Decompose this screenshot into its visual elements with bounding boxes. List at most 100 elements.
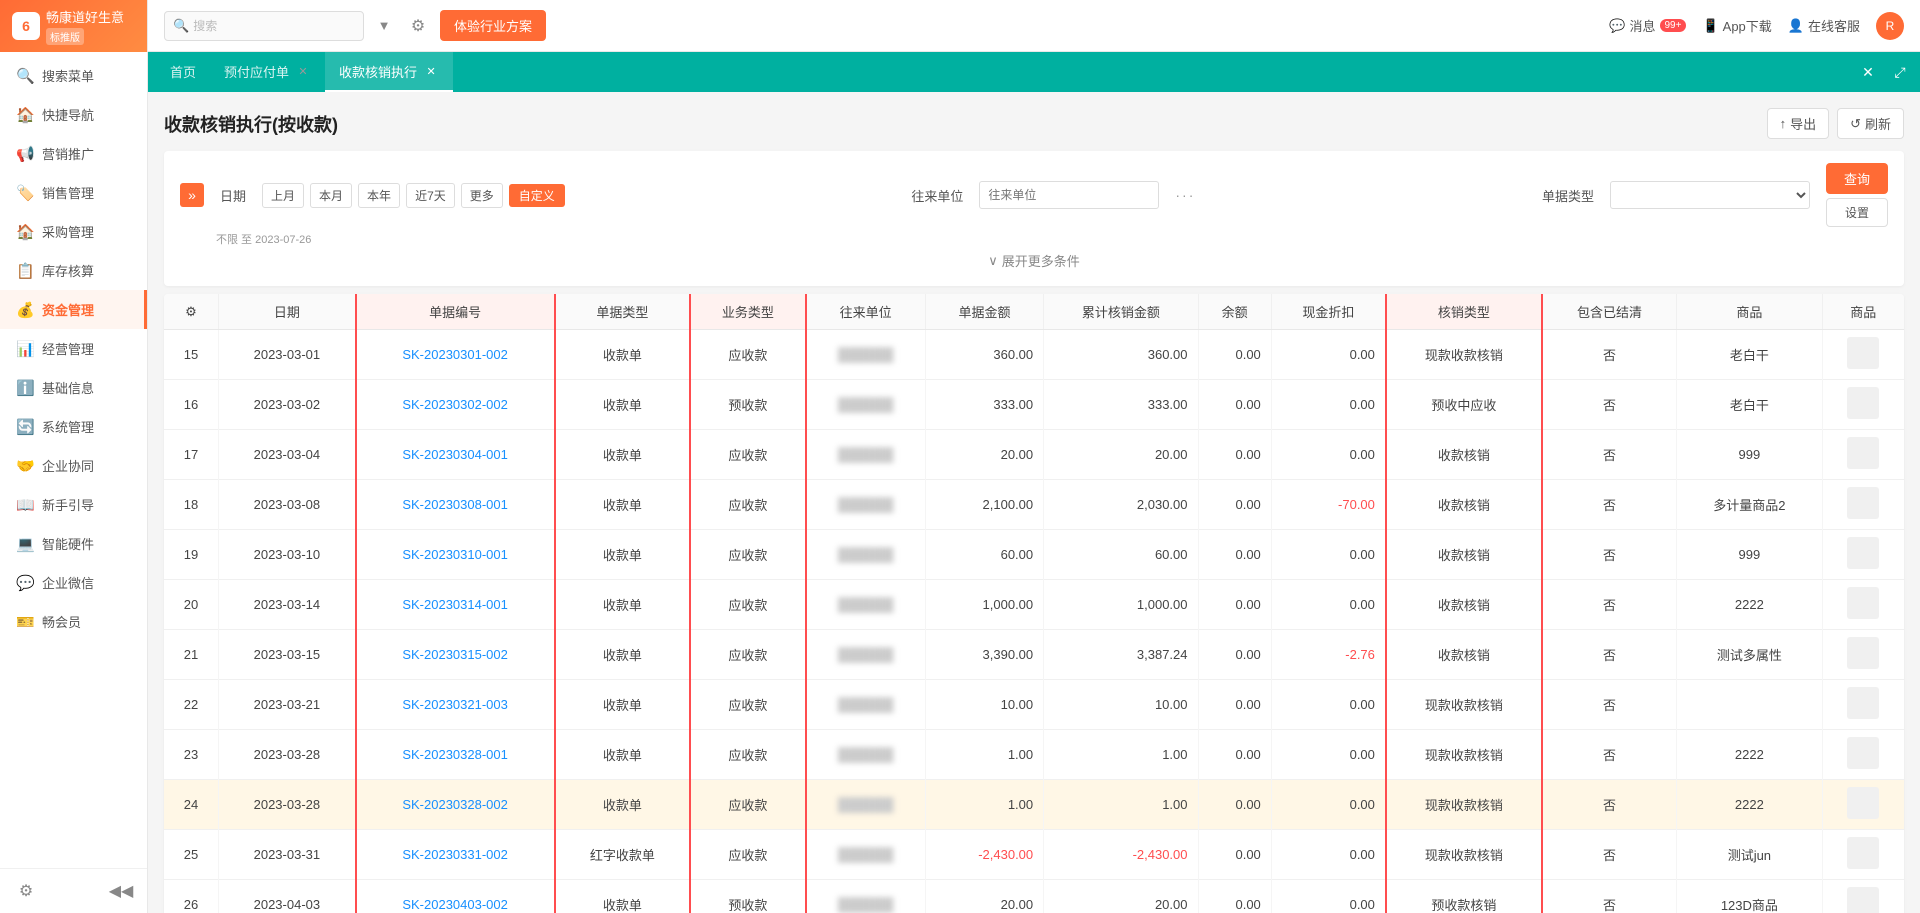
row-biz-type: 应收款 — [690, 530, 805, 580]
row-bill-no[interactable]: SK-20230308-001 — [356, 480, 555, 530]
row-balance: 0.00 — [1198, 630, 1271, 680]
row-num: 20 — [164, 580, 219, 630]
search-box[interactable]: 🔍 搜索 — [164, 11, 364, 41]
bill-no-link[interactable]: SK-20230301-002 — [402, 347, 508, 362]
date-label: 日期 — [220, 186, 246, 205]
tab-expand-btn[interactable]: ⤢ — [1888, 60, 1912, 84]
row-bill-amount: 1.00 — [925, 780, 1043, 830]
query-btn[interactable]: 查询 — [1826, 163, 1888, 194]
tab-receipt-exec-close[interactable]: ✕ — [423, 63, 439, 79]
receipt-type-select[interactable] — [1610, 181, 1810, 209]
expand-more-btn[interactable]: ∨ 展开更多条件 — [180, 247, 1888, 274]
row-bill-no[interactable]: SK-20230403-002 — [356, 880, 555, 913]
member-icon: 🎫 — [16, 613, 34, 631]
sidebar-item-quick-nav[interactable]: 🏠 快捷导航 — [0, 95, 147, 134]
sidebar-menu: 🔍 搜索菜单 🏠 快捷导航 📢 营销推广 🏷️ 销售管理 🏠 采购管理 📋 库存… — [0, 52, 147, 868]
row-biz-type: 预收款 — [690, 880, 805, 913]
bill-no-link[interactable]: SK-20230302-002 — [402, 397, 508, 412]
online-service-btn[interactable]: 👤 在线客服 — [1788, 16, 1860, 35]
table-row: 242023-03-28SK-20230328-002收款单应收款██████1… — [164, 780, 1904, 830]
row-partner: ██████ — [806, 680, 926, 730]
partner-input[interactable] — [979, 181, 1159, 209]
bill-no-link[interactable]: SK-20230308-001 — [402, 497, 508, 512]
table-scroll-area[interactable]: ⚙ 日期 单据编号 单据类型 业务类型 往来单位 单据金额 累计核销金额 余额 … — [164, 294, 1904, 913]
row-biz-type: 应收款 — [690, 480, 805, 530]
sidebar-item-member[interactable]: 🎫 畅会员 — [0, 602, 147, 641]
col-accum-cancel-header: 累计核销金额 — [1044, 294, 1198, 330]
row-bill-no[interactable]: SK-20230301-002 — [356, 330, 555, 380]
date-7days[interactable]: 近7天 — [406, 183, 455, 208]
topbar-gear-btn[interactable]: ⚙ — [404, 12, 432, 40]
row-bill-no[interactable]: SK-20230302-002 — [356, 380, 555, 430]
row-goods — [1677, 680, 1822, 730]
industry-solution-btn[interactable]: 体验行业方案 — [440, 10, 546, 41]
tab-prepayment[interactable]: 预付应付单 ✕ — [210, 52, 325, 92]
bill-no-link[interactable]: SK-20230328-002 — [402, 797, 508, 812]
refresh-btn[interactable]: ↺ 刷新 — [1837, 108, 1904, 139]
sidebar-item-basic[interactable]: ℹ️ 基础信息 — [0, 368, 147, 407]
bill-no-link[interactable]: SK-20230403-002 — [402, 897, 508, 912]
filter-toggle-btn[interactable]: » — [180, 183, 204, 207]
bill-no-link[interactable]: SK-20230328-001 — [402, 747, 508, 762]
page-title: 收款核销执行(按收款) — [164, 111, 338, 137]
date-custom-btn[interactable]: 自定义 — [509, 184, 565, 207]
sidebar-item-wechat[interactable]: 💬 企业微信 — [0, 563, 147, 602]
topbar-dropdown-btn[interactable]: ▼ — [372, 14, 396, 38]
sidebar-item-purchase[interactable]: 🏠 采购管理 — [0, 212, 147, 251]
date-this-month[interactable]: 本月 — [310, 183, 352, 208]
tab-home[interactable]: 首页 — [156, 52, 210, 92]
sidebar-item-guide[interactable]: 📖 新手引导 — [0, 485, 147, 524]
col-settings-header[interactable]: ⚙ — [164, 294, 219, 330]
sidebar-item-finance[interactable]: 💰 资金管理 — [0, 290, 147, 329]
row-accum-cancel: -2,430.00 — [1044, 830, 1198, 880]
filter-settings-btn[interactable]: 设置 — [1826, 198, 1888, 227]
sidebar-logo: 6 畅康道好生意 标推版 — [0, 0, 147, 52]
user-avatar[interactable]: R — [1876, 12, 1904, 40]
date-this-year[interactable]: 本年 — [358, 183, 400, 208]
footer-collapse-btn[interactable]: ◀◀ — [107, 877, 135, 905]
row-balance: 0.00 — [1198, 480, 1271, 530]
row-bill-no[interactable]: SK-20230328-002 — [356, 780, 555, 830]
row-bill-no[interactable]: SK-20230314-001 — [356, 580, 555, 630]
row-accum-cancel: 360.00 — [1044, 330, 1198, 380]
row-bill-no[interactable]: SK-20230310-001 — [356, 530, 555, 580]
sidebar-item-inventory[interactable]: 📋 库存核算 — [0, 251, 147, 290]
row-partner: ██████ — [806, 630, 926, 680]
bill-no-link[interactable]: SK-20230321-003 — [402, 697, 508, 712]
bill-no-link[interactable]: SK-20230304-001 — [402, 447, 508, 462]
row-bill-no[interactable]: SK-20230321-003 — [356, 680, 555, 730]
bill-no-link[interactable]: SK-20230310-001 — [402, 547, 508, 562]
tab-close-all-btn[interactable]: ✕ — [1856, 60, 1880, 84]
tab-prepayment-close[interactable]: ✕ — [295, 63, 311, 79]
row-partner: ██████ — [806, 530, 926, 580]
sidebar-item-sales[interactable]: 🏷️ 销售管理 — [0, 173, 147, 212]
date-last-month[interactable]: 上月 — [262, 183, 304, 208]
sidebar-item-hardware[interactable]: 💻 智能硬件 — [0, 524, 147, 563]
row-bill-no[interactable]: SK-20230328-001 — [356, 730, 555, 780]
row-partner: ██████ — [806, 330, 926, 380]
row-bill-no[interactable]: SK-20230304-001 — [356, 430, 555, 480]
row-bill-type: 收款单 — [555, 880, 691, 913]
row-cancel-type: 收款核销 — [1386, 480, 1542, 530]
footer-settings-btn[interactable]: ⚙ — [12, 877, 40, 905]
tab-receipt-exec[interactable]: 收款核销执行 ✕ — [325, 52, 453, 92]
row-bill-type: 收款单 — [555, 480, 691, 530]
row-bill-no[interactable]: SK-20230315-002 — [356, 630, 555, 680]
bill-no-link[interactable]: SK-20230315-002 — [402, 647, 508, 662]
bill-no-link[interactable]: SK-20230314-001 — [402, 597, 508, 612]
date-more[interactable]: 更多 — [461, 183, 503, 208]
col-include-settled-header: 包含已结清 — [1542, 294, 1677, 330]
export-btn[interactable]: ↑ 导出 — [1767, 108, 1830, 139]
row-num: 19 — [164, 530, 219, 580]
row-num: 23 — [164, 730, 219, 780]
row-bill-no[interactable]: SK-20230331-002 — [356, 830, 555, 880]
sidebar-item-system[interactable]: 🔄 系统管理 — [0, 407, 147, 446]
sidebar-item-search-menu[interactable]: 🔍 搜索菜单 — [0, 56, 147, 95]
sidebar-item-marketing[interactable]: 📢 营销推广 — [0, 134, 147, 173]
row-include-settled: 否 — [1542, 780, 1677, 830]
app-download-btn[interactable]: 📱 App下载 — [1702, 16, 1771, 35]
bill-no-link[interactable]: SK-20230331-002 — [402, 847, 508, 862]
sidebar-item-operations[interactable]: 📊 经营管理 — [0, 329, 147, 368]
sidebar-item-enterprise[interactable]: 🤝 企业协同 — [0, 446, 147, 485]
messages-btn[interactable]: 💬 消息 99+ — [1609, 16, 1686, 35]
